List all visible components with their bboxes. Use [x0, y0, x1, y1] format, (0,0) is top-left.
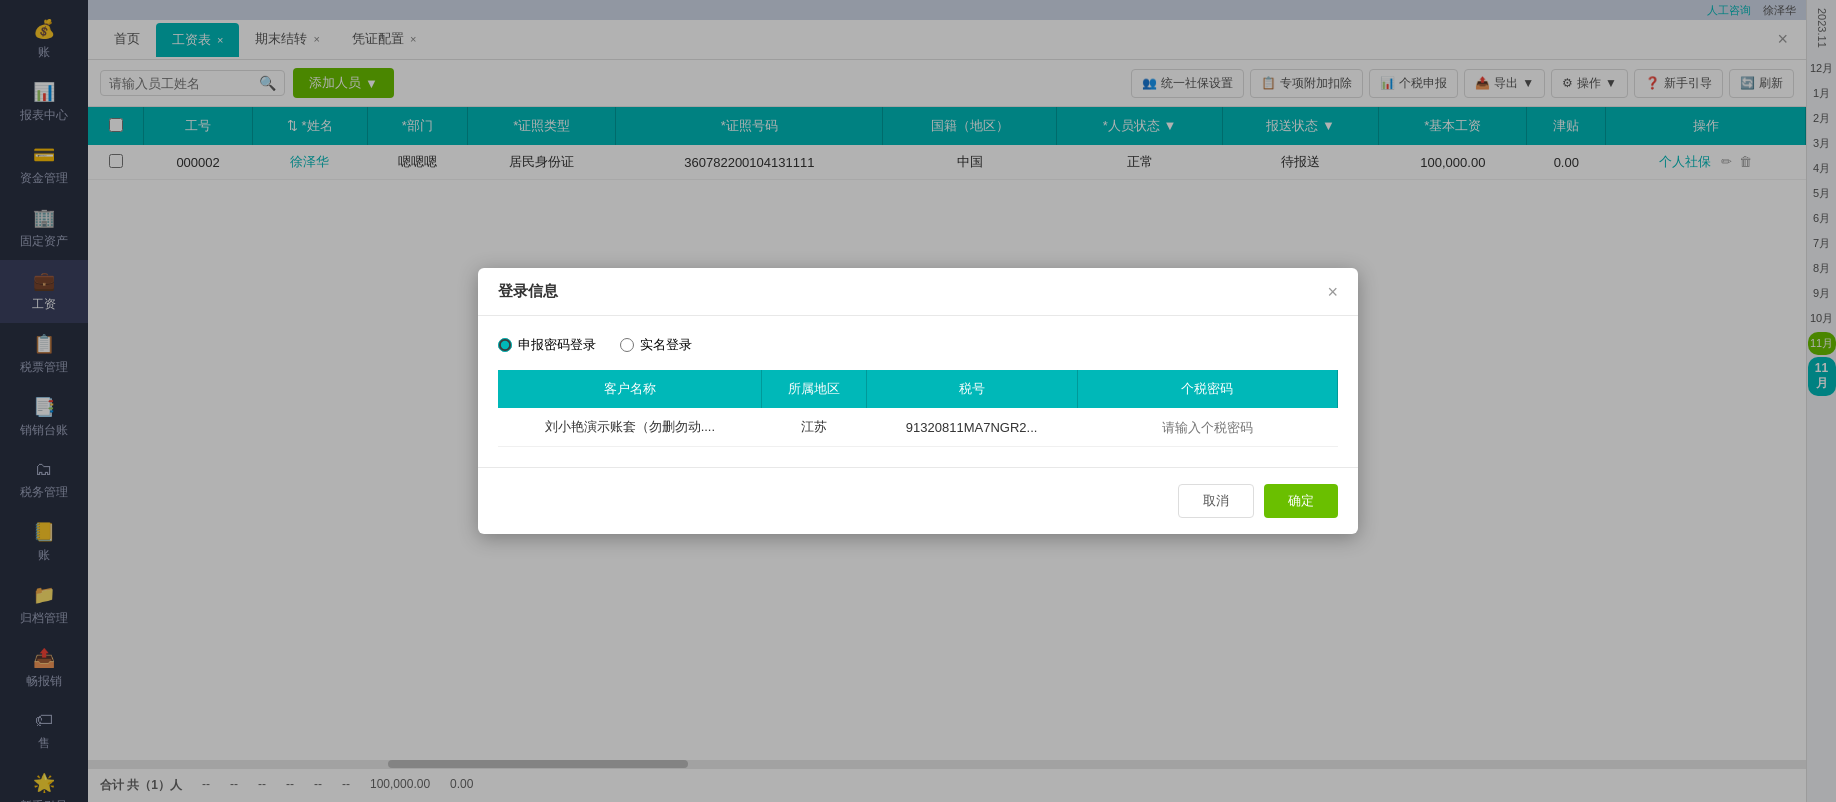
dialog-header-region: 所属地区 [762, 370, 866, 408]
cancel-button[interactable]: 取消 [1178, 484, 1254, 518]
dialog-header: 登录信息 × [478, 268, 1358, 316]
dialog-row-password[interactable] [1077, 408, 1337, 447]
login-dialog: 登录信息 × 申报密码登录 实名登录 [478, 268, 1358, 534]
radio-realname-label: 实名登录 [640, 336, 692, 354]
radio-realname-input[interactable] [620, 338, 634, 352]
dialog-header-client: 客户名称 [498, 370, 762, 408]
dialog-footer: 取消 确定 [478, 467, 1358, 534]
dialog-title: 登录信息 [498, 282, 558, 301]
radio-password-label: 申报密码登录 [518, 336, 596, 354]
radio-password-input[interactable] [498, 338, 512, 352]
radio-realname-login[interactable]: 实名登录 [620, 336, 692, 354]
dialog-row-client: 刘小艳演示账套（勿删勿动.... [498, 408, 762, 447]
dialog-table-row: 刘小艳演示账套（勿删勿动.... 江苏 91320811MA7NGR2... [498, 408, 1338, 447]
dialog-row-region: 江苏 [762, 408, 866, 447]
dialog-row-taxno: 91320811MA7NGR2... [866, 408, 1077, 447]
radio-password-login[interactable]: 申报密码登录 [498, 336, 596, 354]
app-container: 💰 账 📊 报表中心 💳 资金管理 🏢 固定资产 💼 工资 📋 税票管理 📑 销… [0, 0, 1836, 802]
dialog-header-taxno: 税号 [866, 370, 1077, 408]
client-table: 客户名称 所属地区 税号 个税密码 刘小艳演示账套（勿删勿动.... 江苏 91… [498, 370, 1338, 447]
confirm-button[interactable]: 确定 [1264, 484, 1338, 518]
dialog-header-password: 个税密码 [1077, 370, 1337, 408]
dialog-close-button[interactable]: × [1327, 283, 1338, 301]
dialog-body: 申报密码登录 实名登录 客户名称 所属地区 税号 个税密码 [478, 316, 1358, 467]
modal-overlay: 登录信息 × 申报密码登录 实名登录 [0, 0, 1836, 802]
login-type-radio-group: 申报密码登录 实名登录 [498, 336, 1338, 354]
tax-password-input[interactable] [1089, 420, 1325, 435]
